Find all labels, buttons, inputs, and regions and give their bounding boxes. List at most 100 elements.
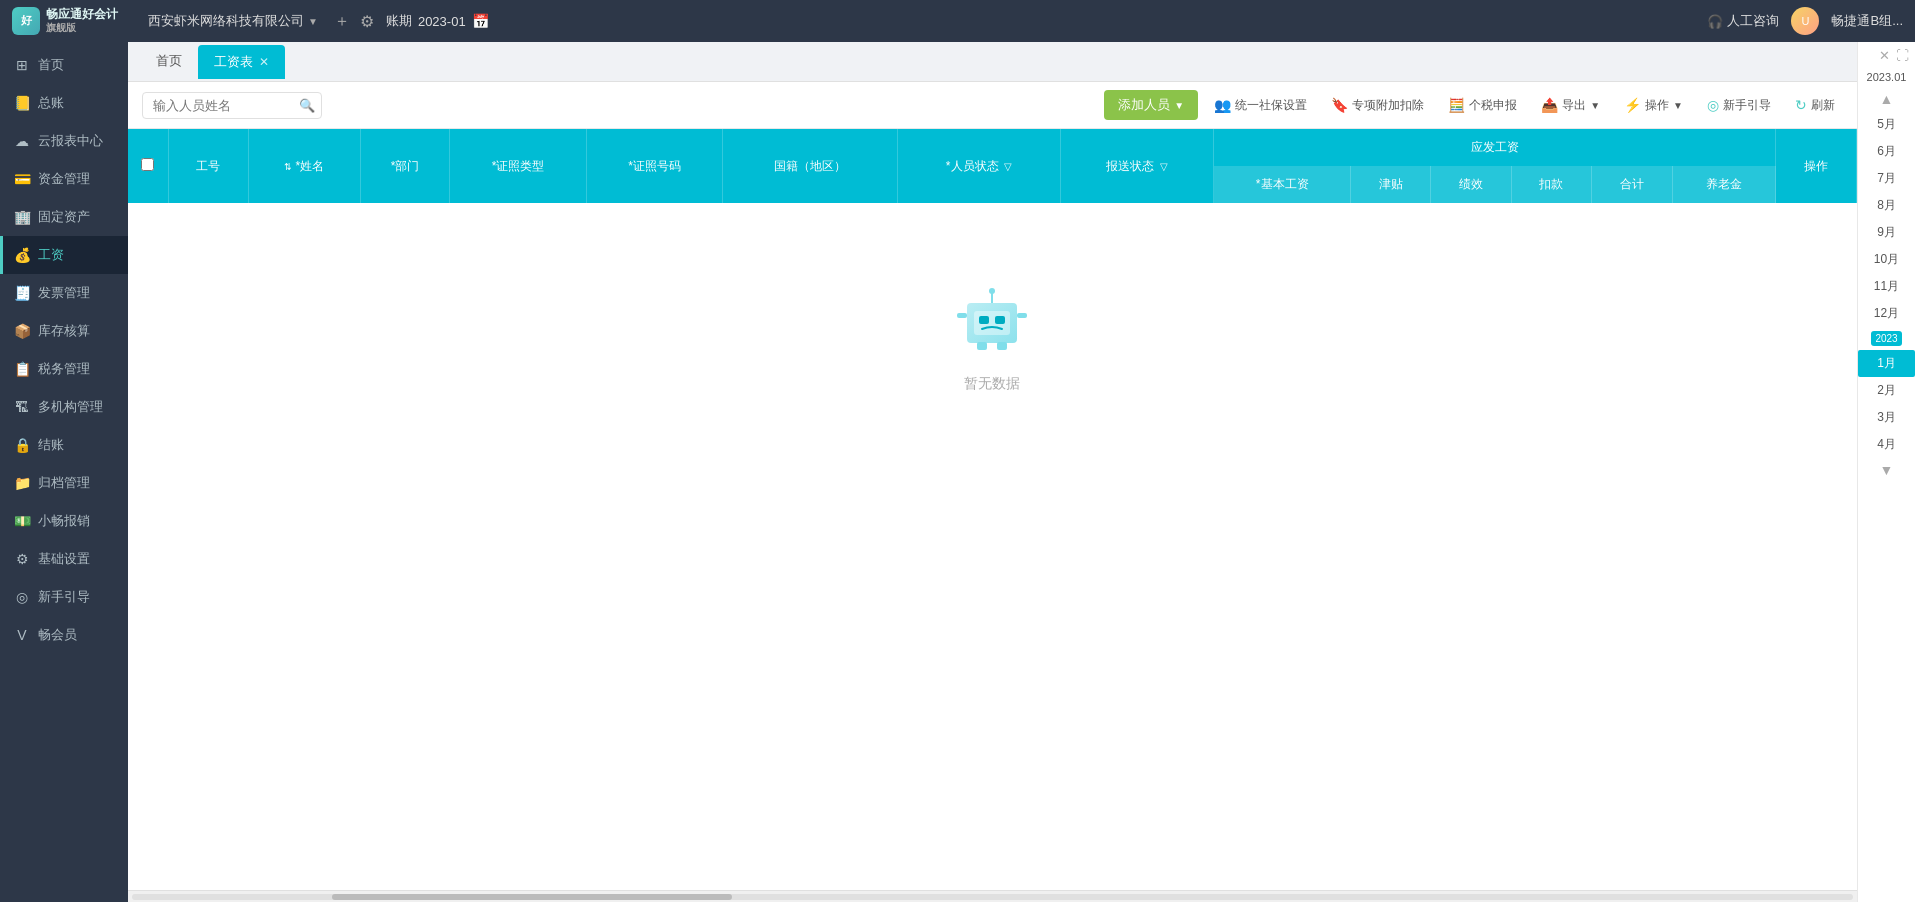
bottom-scrollbar[interactable] — [128, 890, 1857, 902]
logo-text-area: 畅应通好会计 旗舰版 — [46, 7, 118, 35]
sidebar-label-expense: 小畅报销 — [38, 512, 90, 530]
search-input-wrapper[interactable]: 🔍 — [142, 92, 322, 119]
scroll-thumb[interactable] — [332, 894, 732, 900]
th-emp-id: 工号 — [168, 129, 248, 203]
sidebar-item-home[interactable]: ⊞ 首页 — [0, 46, 128, 84]
special-deduction-label: 专项附加扣除 — [1352, 97, 1424, 114]
app-logo-icon: 好 — [12, 7, 40, 35]
th-performance: 绩效 — [1431, 166, 1511, 203]
sidebar-item-cloud[interactable]: ☁ 云报表中心 — [0, 122, 128, 160]
tab-close-icon[interactable]: ✕ — [259, 55, 269, 69]
table-body: 暂无数据 — [128, 203, 1857, 473]
th-pension: 养老金 — [1672, 166, 1776, 203]
social-security-label: 统一社保设置 — [1235, 97, 1307, 114]
svg-rect-6 — [957, 313, 967, 318]
company-selector[interactable]: 西安虾米网络科技有限公司 ▼ — [148, 12, 318, 30]
personal-tax-btn[interactable]: 🧮 个税申报 — [1440, 93, 1525, 118]
th-status: *人员状态 ▽ — [897, 129, 1060, 203]
personal-tax-icon: 🧮 — [1448, 97, 1465, 113]
table-container: 工号 ⇅ *姓名 *部门 *证照类型 *证照号码 国籍（地区） *人员状态 ▽ … — [128, 129, 1857, 890]
sidebar-item-fund[interactable]: 💳 资金管理 — [0, 160, 128, 198]
month-4[interactable]: 4月 — [1858, 431, 1915, 458]
user-avatar[interactable]: U — [1791, 7, 1819, 35]
sidebar-item-close[interactable]: 🔒 结账 — [0, 426, 128, 464]
right-header: 🎧 人工咨询 U 畅捷通B组... — [1707, 7, 1903, 35]
month-12[interactable]: 12月 — [1858, 300, 1915, 327]
th-checkbox[interactable] — [128, 129, 168, 203]
report-filter-icon[interactable]: ▽ — [1160, 161, 1168, 172]
month-9[interactable]: 9月 — [1858, 219, 1915, 246]
sidebar-label-ledger: 总账 — [38, 94, 64, 112]
month-7[interactable]: 7月 — [1858, 165, 1915, 192]
add-employee-button[interactable]: 添加人员 ▼ — [1104, 90, 1198, 120]
th-deduction: 扣款 — [1511, 166, 1591, 203]
sidebar-item-salary[interactable]: 💰 工资 — [0, 236, 128, 274]
expand-panel-icon[interactable]: ⛶ — [1896, 48, 1909, 63]
tab-home[interactable]: 首页 — [140, 44, 198, 80]
empty-row: 暂无数据 — [128, 203, 1857, 473]
sidebar-label-tax: 税务管理 — [38, 360, 90, 378]
sidebar-label-inventory: 库存核算 — [38, 322, 90, 340]
tab-salary[interactable]: 工资表 ✕ — [198, 45, 285, 79]
month-1[interactable]: 1月 — [1858, 350, 1915, 377]
th-report-status: 报送状态 ▽ — [1060, 129, 1214, 203]
calendar-icon[interactable]: 📅 — [472, 13, 489, 29]
close-panel-icon[interactable]: ✕ — [1879, 48, 1890, 63]
sidebar-item-settings[interactable]: ⚙ 基础设置 — [0, 540, 128, 578]
close-period-icon: 🔒 — [14, 437, 30, 453]
expense-icon: 💵 — [14, 513, 30, 529]
scroll-track — [132, 894, 1853, 900]
month-10[interactable]: 10月 — [1858, 246, 1915, 273]
search-icon: 🔍 — [299, 98, 315, 113]
sidebar-item-guide[interactable]: ◎ 新手引导 — [0, 578, 128, 616]
svg-rect-8 — [977, 342, 987, 350]
empty-state-text: 暂无数据 — [964, 375, 1020, 393]
sort-icon: ⇅ — [284, 162, 292, 172]
month-6[interactable]: 6月 — [1858, 138, 1915, 165]
th-base-salary: *基本工资 — [1214, 166, 1351, 203]
scroll-down-icon[interactable]: ▼ — [1876, 458, 1898, 482]
guide-btn[interactable]: ◎ 新手引导 — [1699, 93, 1779, 118]
refresh-btn[interactable]: ↻ 刷新 — [1787, 93, 1843, 118]
month-3[interactable]: 3月 — [1858, 404, 1915, 431]
operations-btn[interactable]: ⚡ 操作 ▼ — [1616, 93, 1691, 118]
vip-icon: V — [14, 627, 30, 643]
operations-label: 操作 — [1645, 97, 1669, 114]
social-security-btn[interactable]: 👥 统一社保设置 — [1206, 93, 1315, 118]
special-deduction-icon: 🔖 — [1331, 97, 1348, 113]
add-icon[interactable]: ＋ — [334, 11, 350, 32]
social-security-icon: 👥 — [1214, 97, 1231, 113]
sidebar-item-expense[interactable]: 💵 小畅报销 — [0, 502, 128, 540]
th-dept: *部门 — [360, 129, 450, 203]
sidebar-item-inventory[interactable]: 📦 库存核算 — [0, 312, 128, 350]
status-filter-icon[interactable]: ▽ — [1004, 161, 1012, 172]
employee-search-input[interactable] — [153, 98, 293, 113]
sidebar-label-close: 结账 — [38, 436, 64, 454]
empty-state: 暂无数据 — [128, 203, 1857, 473]
th-payroll-group: 应发工资 — [1214, 129, 1776, 166]
month-11[interactable]: 11月 — [1858, 273, 1915, 300]
month-8[interactable]: 8月 — [1858, 192, 1915, 219]
service-button[interactable]: 🎧 人工咨询 — [1707, 12, 1779, 30]
sidebar-item-tax[interactable]: 📋 税务管理 — [0, 350, 128, 388]
settings-icon[interactable]: ⚙ — [360, 12, 374, 31]
main-layout: ⊞ 首页 📒 总账 ☁ 云报表中心 💳 资金管理 🏢 固定资产 💰 工资 🧾 发… — [0, 42, 1915, 902]
basic-settings-icon: ⚙ — [14, 551, 30, 567]
guide2-icon: ◎ — [1707, 97, 1719, 113]
scroll-up-icon[interactable]: ▲ — [1876, 87, 1898, 111]
sidebar-item-assets[interactable]: 🏢 固定资产 — [0, 198, 128, 236]
sidebar-item-invoice[interactable]: 🧾 发票管理 — [0, 274, 128, 312]
month-2[interactable]: 2月 — [1858, 377, 1915, 404]
special-deduction-btn[interactable]: 🔖 专项附加扣除 — [1323, 93, 1432, 118]
sidebar-item-archive[interactable]: 📁 归档管理 — [0, 464, 128, 502]
export-btn[interactable]: 📤 导出 ▼ — [1533, 93, 1608, 118]
month-5[interactable]: 5月 — [1858, 111, 1915, 138]
sidebar-item-ledger[interactable]: 📒 总账 — [0, 84, 128, 122]
sidebar-item-vip[interactable]: V 畅会员 — [0, 616, 128, 654]
year-2023-badge: 2023 — [1871, 331, 1901, 346]
sidebar-item-multiorg[interactable]: 🏗 多机构管理 — [0, 388, 128, 426]
select-all-checkbox[interactable] — [141, 158, 154, 171]
tab-home-label: 首页 — [156, 53, 182, 68]
ledger-icon: 📒 — [14, 95, 30, 111]
sidebar-label-home: 首页 — [38, 56, 64, 74]
